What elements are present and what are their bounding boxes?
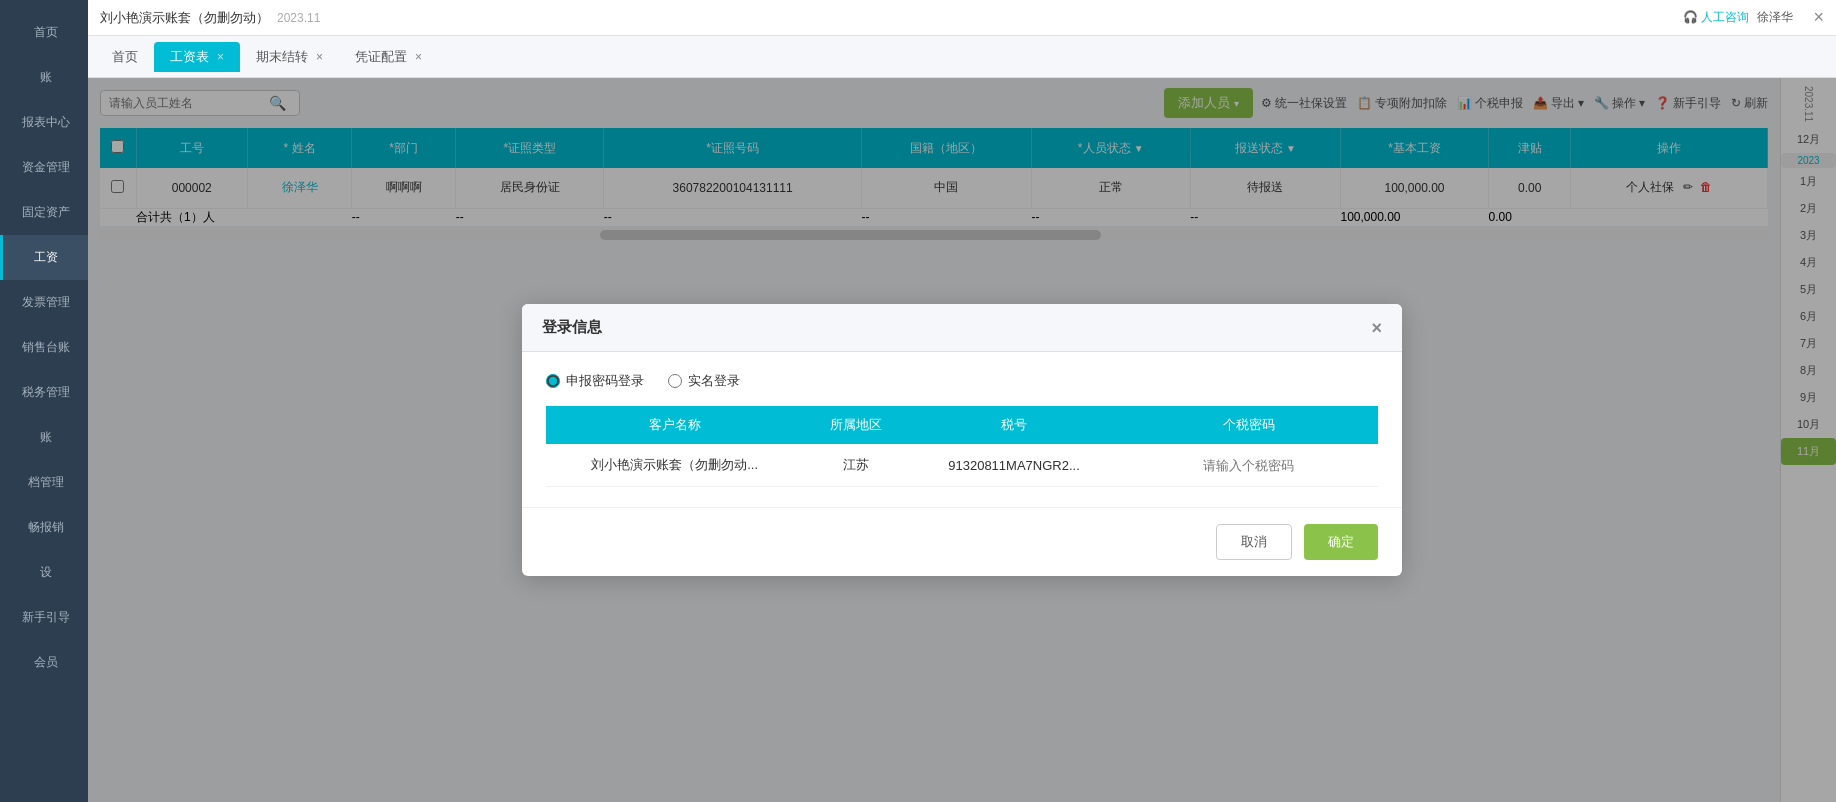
sidebar-item-expense[interactable]: 畅报销 bbox=[0, 505, 88, 550]
sidebar-item-guide[interactable]: 新手引导 bbox=[0, 595, 88, 640]
human-consult-btn[interactable]: 🎧 人工咨询 bbox=[1683, 9, 1749, 26]
dialog-header: 登录信息 × bbox=[522, 304, 1402, 352]
col-client-name: 客户名称 bbox=[546, 406, 803, 444]
col-tax-id: 税号 bbox=[909, 406, 1120, 444]
sidebar-item-assets[interactable]: 固定资产 bbox=[0, 190, 88, 235]
dialog-footer: 取消 确定 bbox=[522, 507, 1402, 576]
dialog-body: 申报密码登录 实名登录 客户名称 所属地区 税号 bbox=[522, 352, 1402, 507]
radio-password-input[interactable] bbox=[546, 374, 560, 388]
sidebar-item-account[interactable]: 账 bbox=[0, 55, 88, 100]
top-bar-right: 🎧 人工咨询 徐泽华 × bbox=[1683, 7, 1824, 28]
tab-voucher-config[interactable]: 凭证配置 × bbox=[339, 42, 438, 72]
tab-period-close-btn[interactable]: × bbox=[316, 50, 323, 64]
top-bar: 刘小艳演示账套（勿删勿动） 2023.11 🎧 人工咨询 徐泽华 × bbox=[88, 0, 1836, 36]
dialog-title: 登录信息 bbox=[542, 318, 602, 337]
radio-realname-login[interactable]: 实名登录 bbox=[668, 372, 740, 390]
dialog-cell-name: 刘小艳演示账套（勿删勿动... bbox=[546, 444, 803, 487]
dialog-table-row: 刘小艳演示账套（勿删勿动... 江苏 91320811MA7NGR2... bbox=[546, 444, 1378, 487]
confirm-button[interactable]: 确定 bbox=[1304, 524, 1378, 560]
cancel-button[interactable]: 取消 bbox=[1216, 524, 1292, 560]
sidebar-item-report-center[interactable]: 报表中心 bbox=[0, 100, 88, 145]
sidebar-item-settings[interactable]: 设 bbox=[0, 550, 88, 595]
login-dialog: 登录信息 × 申报密码登录 实名登录 bbox=[522, 304, 1402, 576]
tab-voucher-close-btn[interactable]: × bbox=[415, 50, 422, 64]
col-tax-password: 个税密码 bbox=[1119, 406, 1378, 444]
tab-home[interactable]: 首页 bbox=[96, 42, 154, 72]
tab-period-close[interactable]: 期末结转 × bbox=[240, 42, 339, 72]
user-avatar[interactable]: 徐泽华 bbox=[1757, 9, 1793, 26]
radio-password-login[interactable]: 申报密码登录 bbox=[546, 372, 644, 390]
tax-password-input[interactable] bbox=[1133, 458, 1364, 473]
sidebar-item-ledger[interactable]: 账 bbox=[0, 415, 88, 460]
dialog-cell-password[interactable] bbox=[1119, 444, 1378, 487]
dialog-table: 客户名称 所属地区 税号 个税密码 刘小艳演示账套（勿删勿动... 江苏 913… bbox=[546, 406, 1378, 487]
sidebar-item-tax[interactable]: 税务管理 bbox=[0, 370, 88, 415]
dialog-overlay: 登录信息 × 申报密码登录 实名登录 bbox=[88, 78, 1836, 802]
sidebar-item-home[interactable]: 首页 bbox=[0, 10, 88, 55]
dialog-cell-tax-id: 91320811MA7NGR2... bbox=[909, 444, 1120, 487]
tab-salary-close[interactable]: × bbox=[217, 50, 224, 64]
top-date: 2023.11 bbox=[277, 11, 320, 25]
tabs-bar: 首页 工资表 × 期末结转 × 凭证配置 × bbox=[88, 36, 1836, 78]
topbar-close-btn[interactable]: × bbox=[1813, 7, 1824, 28]
sidebar-item-member[interactable]: 会员 bbox=[0, 640, 88, 685]
content-area: 🔍 添加人员 ▾ ⚙ 统一社保设置 📋 专项附加扣除 bbox=[88, 78, 1836, 802]
dialog-cell-region: 江苏 bbox=[803, 444, 909, 487]
account-title: 刘小艳演示账套（勿删勿动） bbox=[100, 9, 269, 27]
sidebar-item-invoice[interactable]: 发票管理 bbox=[0, 280, 88, 325]
col-region: 所属地区 bbox=[803, 406, 909, 444]
sidebar: 首页 账 报表中心 资金管理 固定资产 工资 发票管理 销售台账 税务管理 账 … bbox=[0, 0, 88, 802]
sidebar-item-sales[interactable]: 销售台账 bbox=[0, 325, 88, 370]
sidebar-item-salary[interactable]: 工资 bbox=[0, 235, 88, 280]
dialog-close-btn[interactable]: × bbox=[1371, 319, 1382, 337]
tab-salary[interactable]: 工资表 × bbox=[154, 42, 240, 72]
main-area: 刘小艳演示账套（勿删勿动） 2023.11 🎧 人工咨询 徐泽华 × 首页 工资… bbox=[88, 0, 1836, 802]
sidebar-item-fund[interactable]: 资金管理 bbox=[0, 145, 88, 190]
sidebar-item-archive[interactable]: 档管理 bbox=[0, 460, 88, 505]
radio-realname-input[interactable] bbox=[668, 374, 682, 388]
login-type-radio-group: 申报密码登录 实名登录 bbox=[546, 372, 1378, 390]
